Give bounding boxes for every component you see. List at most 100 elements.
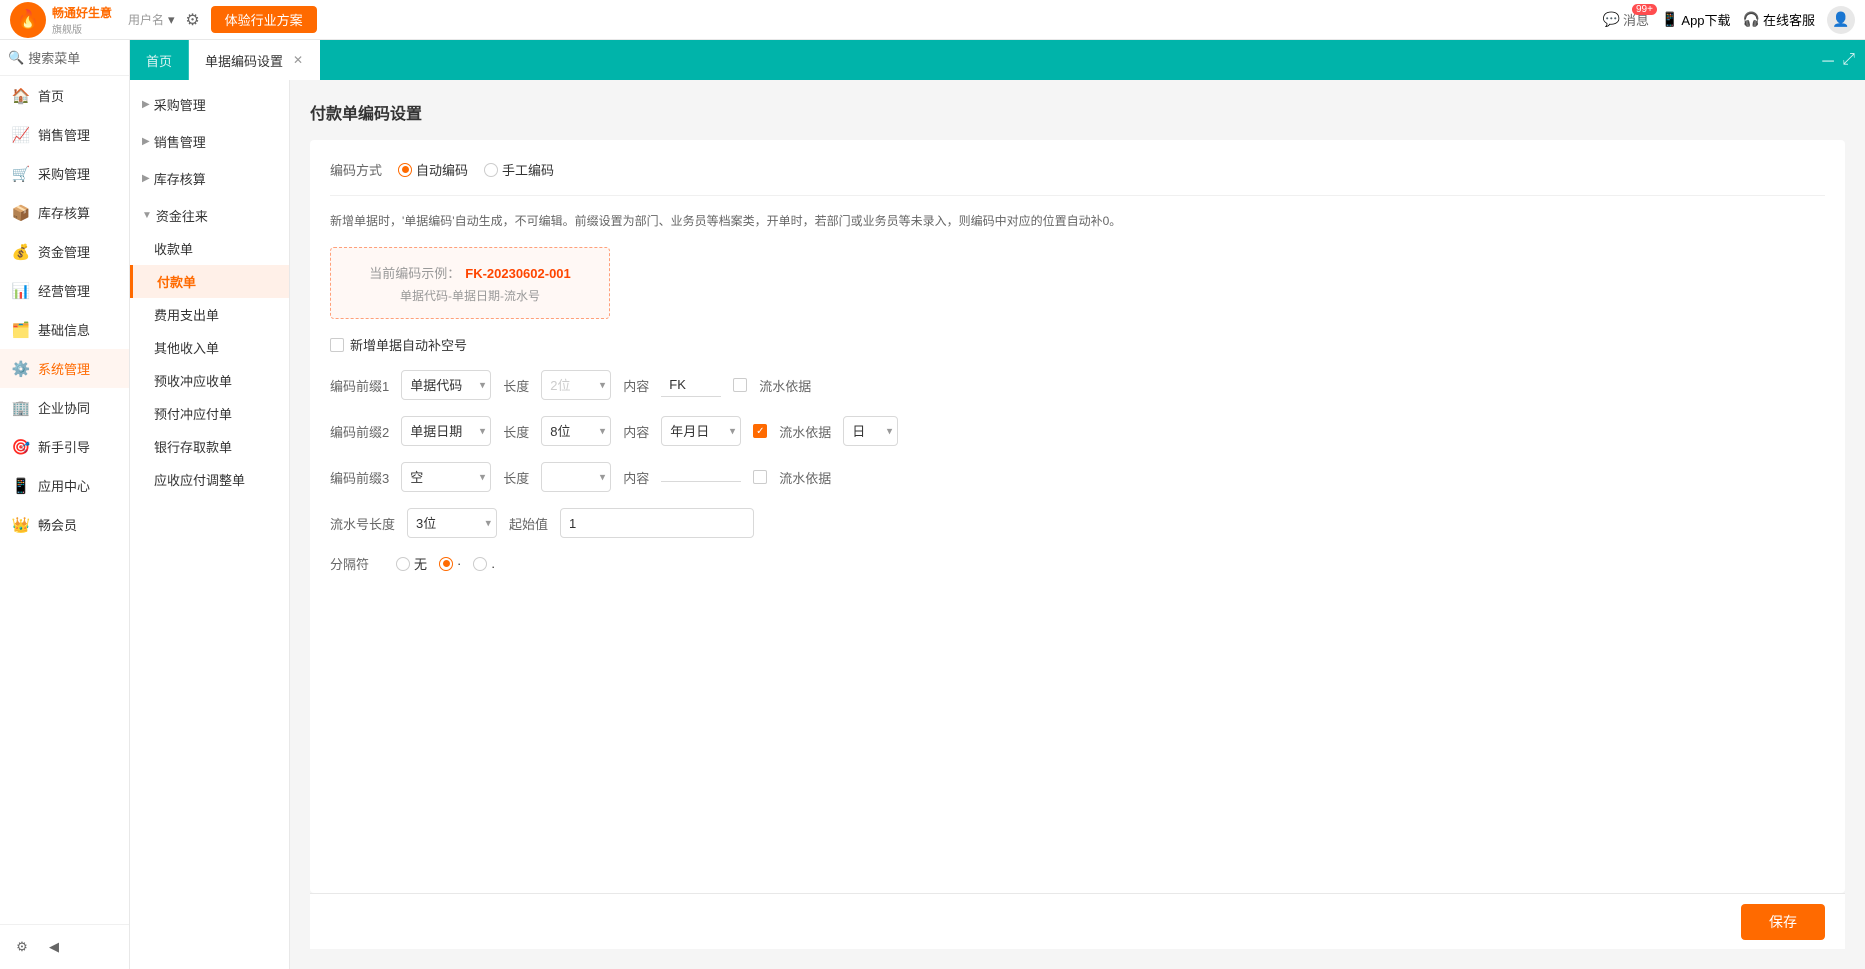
message-btn[interactable]: 💬 消息 99+ <box>1603 10 1649 29</box>
bottom-bar: 保存 <box>310 893 1845 949</box>
tab-maximize-icon[interactable]: ⤢ <box>1842 51 1855 69</box>
sub-item-receipt[interactable]: 收款单 <box>130 232 289 265</box>
sub-item-bank-deposit[interactable]: 银行存取款单 <box>130 430 289 463</box>
prefix2-select[interactable]: 单据日期 <box>401 416 491 446</box>
code-preview-value: 当前编码示例： FK-20230602-001 <box>351 262 589 283</box>
sidebar-item-sales[interactable]: 📈 销售管理 <box>0 115 129 154</box>
prefix1-select[interactable]: 单据代码 <box>401 370 491 400</box>
save-button[interactable]: 保存 <box>1741 904 1825 940</box>
prefix1-content-value: FK <box>661 373 721 397</box>
prefix3-serial-checkbox[interactable] <box>753 470 767 484</box>
top-bar-right: 💬 消息 99+ 📱 App下载 🎧 在线客服 👤 <box>1603 6 1855 34</box>
prefix2-select-wrapper: 单据日期 <box>401 416 491 446</box>
radio-auto-encode[interactable]: 自动编码 <box>398 160 468 179</box>
radio-manual-encode[interactable]: 手工编码 <box>484 160 554 179</box>
start-value-input[interactable] <box>560 508 754 538</box>
sidebar-item-basic[interactable]: 🗂️ 基础信息 <box>0 310 129 349</box>
sub-item-prepay-payable[interactable]: 预付冲应付单 <box>130 397 289 430</box>
sub-sidebar: ▶ 采购管理 ▶ 销售管理 ▶ 库存核算 <box>130 80 290 969</box>
main-layout: 🔍 搜索菜单 🏠 首页 📈 销售管理 🛒 采购管理 📦 库存核算 💰 资金管理 … <box>0 40 1865 969</box>
prefix2-length-select[interactable]: 8位 <box>541 416 611 446</box>
serial-length-wrapper: 3位 <box>407 508 497 538</box>
trial-btn[interactable]: 体验行业方案 <box>211 6 317 33</box>
prefix3-select-wrapper: 空 <box>401 462 491 492</box>
sidebar-item-guide[interactable]: 🎯 新手引导 <box>0 427 129 466</box>
sidebar-search[interactable]: 🔍 搜索菜单 <box>0 40 129 76</box>
member-icon: 👑 <box>12 516 30 534</box>
sub-group-purchase: ▶ 采购管理 <box>130 88 289 121</box>
sales-icon: 📈 <box>12 126 30 144</box>
app-download-btn[interactable]: 📱 App下载 <box>1661 10 1731 29</box>
sidebar-item-member[interactable]: 👑 畅会员 <box>0 505 129 544</box>
sub-item-payment[interactable]: 付款单 <box>130 265 289 298</box>
auto-fill-checkbox[interactable] <box>330 338 344 352</box>
separator-label: 分隔符 <box>330 554 384 573</box>
prefix3-serial-label: 流水依据 <box>779 468 831 487</box>
prefix2-serial-checkbox[interactable]: ✓ <box>753 424 767 438</box>
sidebar-item-system[interactable]: ⚙️ 系统管理 <box>0 349 129 388</box>
tab-home[interactable]: 首页 <box>130 40 189 80</box>
encoding-radio-group: 自动编码 手工编码 <box>398 160 554 179</box>
prefix3-select[interactable]: 空 <box>401 462 491 492</box>
sidebar-item-appstore[interactable]: 📱 应用中心 <box>0 466 129 505</box>
encoding-method-label: 编码方式 <box>330 160 382 179</box>
prefix1-content-label: 内容 <box>623 376 649 395</box>
sub-group-sales-header[interactable]: ▶ 销售管理 <box>130 125 289 158</box>
prefix1-label: 编码前缀1 <box>330 376 389 395</box>
bottom-settings-icon[interactable]: ⚙ <box>8 933 36 961</box>
sep-dot-radio[interactable]: . <box>473 556 495 571</box>
finance-icon: 💰 <box>12 243 30 261</box>
page-title: 付款单编码设置 <box>310 100 1845 124</box>
tab-bar: 首页 单据编码设置 ✕ － ⤢ <box>130 40 1865 80</box>
sidebar-item-purchase[interactable]: 🛒 采购管理 <box>0 154 129 193</box>
code-preview-box: 当前编码示例： FK-20230602-001 单据代码-单据日期-流水号 <box>330 247 610 319</box>
sep-none-radio[interactable]: 无 <box>396 554 427 573</box>
sidebar-bottom: ⚙ ◀ <box>0 924 129 969</box>
prefix1-select-wrapper: 单据代码 <box>401 370 491 400</box>
avatar[interactable]: 👤 <box>1827 6 1855 34</box>
home-icon: 🏠 <box>12 87 30 105</box>
sub-item-other-income[interactable]: 其他收入单 <box>130 331 289 364</box>
separator-row: 分隔符 无 · . <box>330 554 1825 573</box>
serial-length-select[interactable]: 3位 <box>407 508 497 538</box>
nav-dropdown[interactable]: 用户名 ▾ <box>128 11 175 28</box>
inventory-icon: 📦 <box>12 204 30 222</box>
prefix3-length-select[interactable] <box>541 462 611 492</box>
sub-group-capital-header[interactable]: ▼ 资金往来 <box>130 199 289 232</box>
sep-dash-radio[interactable]: · <box>439 556 461 571</box>
sub-item-prepay-receivable[interactable]: 预收冲应收单 <box>130 364 289 397</box>
settings-icon[interactable]: ⚙ <box>183 10 203 30</box>
basic-icon: 🗂️ <box>12 321 30 339</box>
prefix2-label: 编码前缀2 <box>330 422 389 441</box>
prefix2-content-select[interactable]: 年月日 <box>661 416 741 446</box>
auto-fill-label: 新增单据自动补空号 <box>350 335 467 354</box>
logo-icon: 🔥 <box>10 2 46 38</box>
prefix3-length-wrapper <box>541 462 611 492</box>
sep-dot-dot <box>473 557 487 571</box>
sidebar: 🔍 搜索菜单 🏠 首页 📈 销售管理 🛒 采购管理 📦 库存核算 💰 资金管理 … <box>0 40 130 969</box>
sub-group-inventory: ▶ 库存核算 <box>130 162 289 195</box>
sidebar-item-inventory[interactable]: 📦 库存核算 <box>0 193 129 232</box>
sidebar-item-operation[interactable]: 📊 经营管理 <box>0 271 129 310</box>
prefix1-serial-checkbox[interactable] <box>733 378 747 392</box>
sidebar-item-company[interactable]: 🏢 企业协同 <box>0 388 129 427</box>
sub-group-inventory-header[interactable]: ▶ 库存核算 <box>130 162 289 195</box>
sub-group-purchase-header[interactable]: ▶ 采购管理 <box>130 88 289 121</box>
tab-minimize-icon[interactable]: － <box>1820 48 1836 72</box>
sub-item-expense[interactable]: 费用支出单 <box>130 298 289 331</box>
prefix3-label: 编码前缀3 <box>330 468 389 487</box>
bottom-collapse-icon[interactable]: ◀ <box>40 933 68 961</box>
guide-icon: 🎯 <box>12 438 30 456</box>
prefix1-length-select[interactable]: 2位 <box>541 370 611 400</box>
prefix2-serial-unit-select[interactable]: 日 <box>843 416 898 446</box>
logo-text: 畅通好生意 旗舰版 <box>52 4 112 36</box>
tab-close-icon[interactable]: ✕ <box>293 53 303 67</box>
radio-manual-dot <box>484 163 498 177</box>
sidebar-item-finance[interactable]: 💰 资金管理 <box>0 232 129 271</box>
info-text: 新增单据时，'单据编码'自动生成，不可编辑。前缀设置为部门、业务员等档案类，开单… <box>330 212 1825 231</box>
online-service-btn[interactable]: 🎧 在线客服 <box>1743 10 1815 29</box>
company-icon: 🏢 <box>12 399 30 417</box>
tab-encoding[interactable]: 单据编码设置 ✕ <box>189 40 320 80</box>
sub-item-ar-ap-adjust[interactable]: 应收应付调整单 <box>130 463 289 496</box>
sidebar-item-home[interactable]: 🏠 首页 <box>0 76 129 115</box>
